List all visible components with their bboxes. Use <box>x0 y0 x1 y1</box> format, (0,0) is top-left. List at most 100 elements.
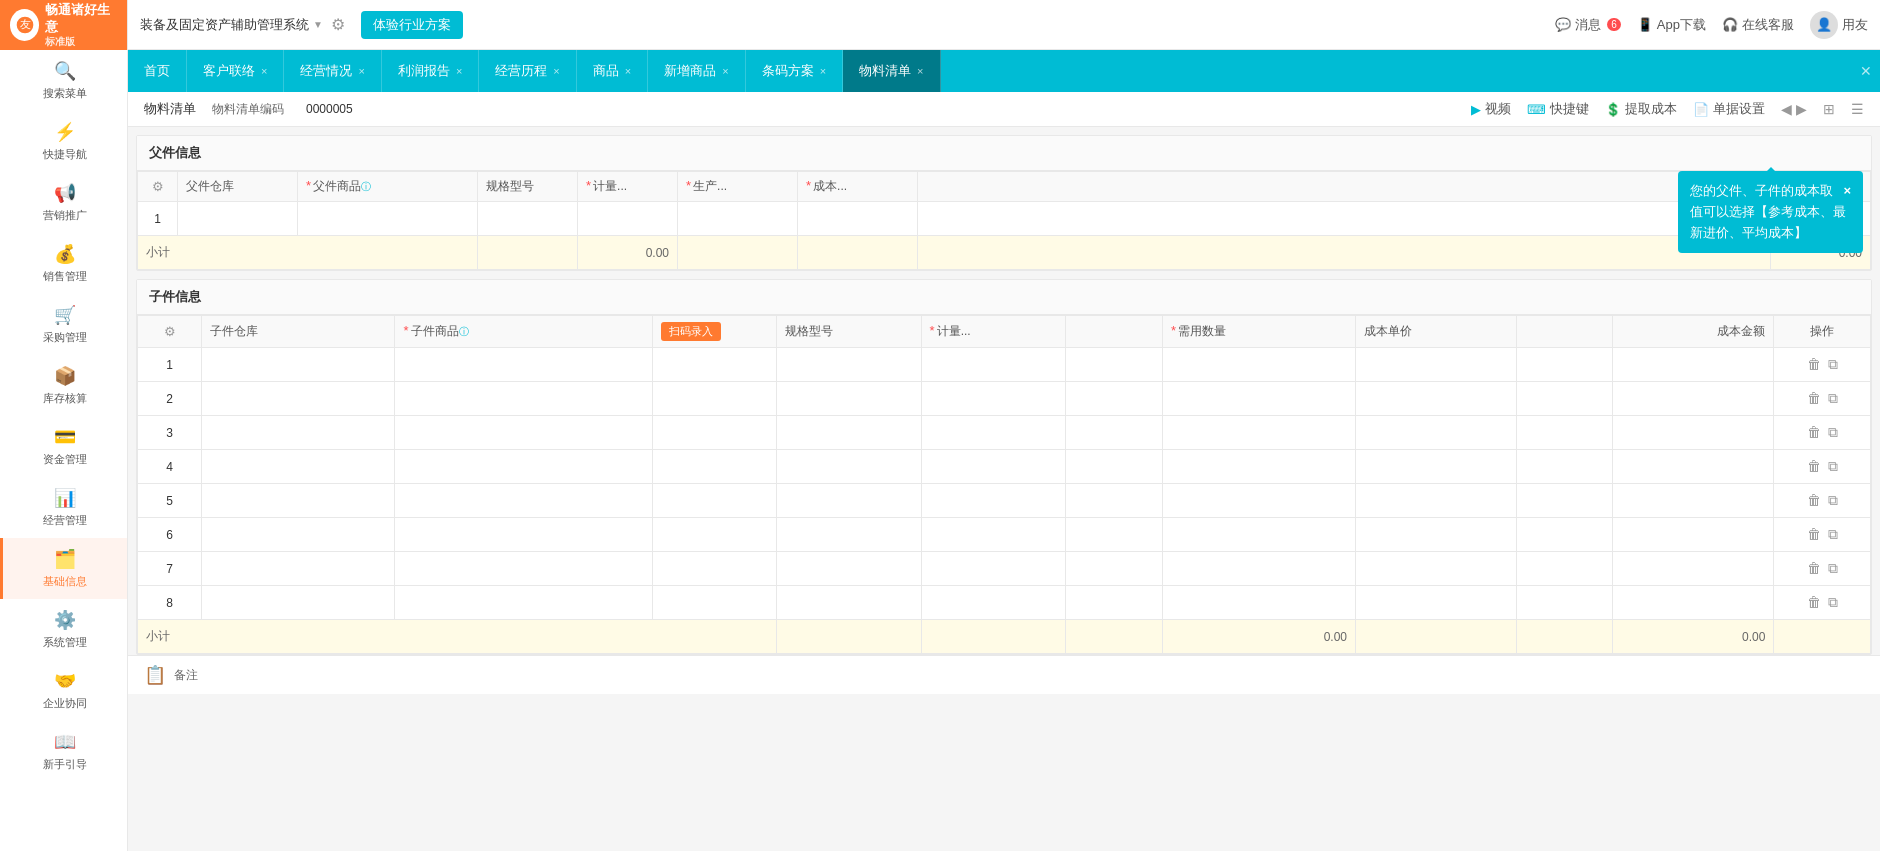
child-row-4-spec[interactable] <box>776 450 921 484</box>
copy-icon-7[interactable]: ⧉ <box>1828 560 1838 576</box>
child-row-6-goods[interactable] <box>395 518 652 552</box>
tab-goods[interactable]: 商品× <box>577 50 648 92</box>
child-row-2-goods[interactable] <box>395 382 652 416</box>
sidebar-item-purchase[interactable]: 🛒采购管理 <box>0 294 127 355</box>
child-row-5-qty[interactable] <box>1162 484 1355 518</box>
delete-icon-6[interactable]: 🗑 <box>1807 526 1821 542</box>
tab-bom[interactable]: 物料清单× <box>843 50 940 92</box>
parent-row-1-cost[interactable] <box>798 202 918 236</box>
tab-profit[interactable]: 利润报告× <box>382 50 479 92</box>
settings-icon[interactable]: ⚙ <box>331 15 345 34</box>
child-row-7-unit[interactable] <box>921 552 1066 586</box>
tab-close-bom[interactable]: × <box>917 65 923 77</box>
delete-icon-3[interactable]: 🗑 <box>1807 424 1821 440</box>
tab-customer[interactable]: 客户联络× <box>187 50 284 92</box>
sidebar-item-sales[interactable]: 💰销售管理 <box>0 233 127 294</box>
sidebar-item-search[interactable]: 🔍搜索菜单 <box>0 50 127 111</box>
child-row-1-spec[interactable] <box>776 348 921 382</box>
delete-icon-5[interactable]: 🗑 <box>1807 492 1821 508</box>
sidebar-item-cooperation[interactable]: 🤝企业协同 <box>0 660 127 721</box>
parent-col-gear[interactable]: ⚙ <box>138 172 178 202</box>
tab-home[interactable]: 首页 <box>128 50 187 92</box>
tab-close-profit[interactable]: × <box>456 65 462 77</box>
child-row-6-warehouse[interactable] <box>202 518 395 552</box>
parent-row-1-produce[interactable] <box>678 202 798 236</box>
child-row-8-goods[interactable] <box>395 586 652 620</box>
tab-close-new-goods[interactable]: × <box>722 65 728 77</box>
tab-history[interactable]: 经营历程× <box>479 50 576 92</box>
tab-close-history[interactable]: × <box>553 65 559 77</box>
copy-icon-2[interactable]: ⧉ <box>1828 390 1838 406</box>
trial-btn[interactable]: 体验行业方案 <box>361 11 463 39</box>
sidebar-item-operations[interactable]: 📊经营管理 <box>0 477 127 538</box>
child-row-4-unit[interactable] <box>921 450 1066 484</box>
copy-icon-4[interactable]: ⧉ <box>1828 458 1838 474</box>
close-all-btn[interactable]: ✕ <box>1852 63 1880 79</box>
extract-cost-btn[interactable]: 💲 提取成本 <box>1605 100 1677 118</box>
shortcut-btn[interactable]: ⌨ 快捷键 <box>1527 100 1589 118</box>
child-row-7-spec[interactable] <box>776 552 921 586</box>
prev-arrow[interactable]: ◀ <box>1781 101 1792 117</box>
child-row-1-unit-price[interactable] <box>1356 348 1517 382</box>
sidebar-item-inventory[interactable]: 📦库存核算 <box>0 355 127 416</box>
child-row-6-qty[interactable] <box>1162 518 1355 552</box>
system-title[interactable]: 装备及固定资产辅助管理系统 ▼ <box>140 16 323 34</box>
child-row-3-unit[interactable] <box>921 416 1066 450</box>
child-row-5-spec[interactable] <box>776 484 921 518</box>
child-row-8-warehouse[interactable] <box>202 586 395 620</box>
child-row-1-unit[interactable] <box>921 348 1066 382</box>
child-row-4-qty[interactable] <box>1162 450 1355 484</box>
sidebar-item-quick-nav[interactable]: ⚡快捷导航 <box>0 111 127 172</box>
child-row-2-qty[interactable] <box>1162 382 1355 416</box>
child-col-gear[interactable]: ⚙ <box>138 316 202 348</box>
child-row-2-unit[interactable] <box>921 382 1066 416</box>
tab-operations[interactable]: 经营情况× <box>284 50 381 92</box>
tab-new-goods[interactable]: 新增商品× <box>648 50 745 92</box>
parent-row-1-unit[interactable] <box>578 202 678 236</box>
delete-icon-2[interactable]: 🗑 <box>1807 390 1821 406</box>
parent-row-1-spec[interactable] <box>478 202 578 236</box>
child-row-3-goods[interactable] <box>395 416 652 450</box>
child-row-6-spec[interactable] <box>776 518 921 552</box>
delete-icon-7[interactable]: 🗑 <box>1807 560 1821 576</box>
child-row-1-goods[interactable] <box>395 348 652 382</box>
child-row-2-warehouse[interactable] <box>202 382 395 416</box>
next-arrow[interactable]: ▶ <box>1796 101 1807 117</box>
child-row-4-warehouse[interactable] <box>202 450 395 484</box>
app-download-btn[interactable]: 📱 App下载 <box>1637 16 1706 34</box>
child-row-5-goods[interactable] <box>395 484 652 518</box>
child-row-8-spec[interactable] <box>776 586 921 620</box>
child-row-8-qty[interactable] <box>1162 586 1355 620</box>
sidebar-item-system[interactable]: ⚙️系统管理 <box>0 599 127 660</box>
tab-close-customer[interactable]: × <box>261 65 267 77</box>
child-row-8-unit[interactable] <box>921 586 1066 620</box>
child-row-6-unit-price[interactable] <box>1356 518 1517 552</box>
child-row-5-unit-price[interactable] <box>1356 484 1517 518</box>
video-btn[interactable]: ▶ 视频 <box>1471 100 1511 118</box>
copy-icon-3[interactable]: ⧉ <box>1828 424 1838 440</box>
child-row-8-unit-price[interactable] <box>1356 586 1517 620</box>
copy-icon-1[interactable]: ⧉ <box>1828 356 1838 372</box>
delete-icon-1[interactable]: 🗑 <box>1807 356 1821 372</box>
single-settings-btn[interactable]: 📄 单据设置 <box>1693 100 1765 118</box>
child-row-3-spec[interactable] <box>776 416 921 450</box>
messages-btn[interactable]: 💬 消息 6 <box>1555 16 1621 34</box>
grid-view-icon[interactable]: ⊞ <box>1823 101 1835 117</box>
child-row-4-unit-price[interactable] <box>1356 450 1517 484</box>
child-col-scan[interactable]: 扫码录入 <box>652 316 776 348</box>
parent-row-1-warehouse[interactable] <box>178 202 298 236</box>
child-row-7-qty[interactable] <box>1162 552 1355 586</box>
parent-row-1-goods[interactable] <box>298 202 478 236</box>
sidebar-item-basic-info[interactable]: 🗂️基础信息 <box>0 538 127 599</box>
user-btn[interactable]: 👤 用友 <box>1810 11 1868 39</box>
tooltip-close-btn[interactable]: × <box>1843 181 1851 202</box>
child-row-5-warehouse[interactable] <box>202 484 395 518</box>
child-row-3-unit-price[interactable] <box>1356 416 1517 450</box>
sidebar-item-marketing[interactable]: 📢营销推广 <box>0 172 127 233</box>
delete-icon-8[interactable]: 🗑 <box>1807 594 1821 610</box>
sidebar-item-finance[interactable]: 💳资金管理 <box>0 416 127 477</box>
child-row-3-warehouse[interactable] <box>202 416 395 450</box>
child-row-2-spec[interactable] <box>776 382 921 416</box>
child-row-2-unit-price[interactable] <box>1356 382 1517 416</box>
copy-icon-8[interactable]: ⧉ <box>1828 594 1838 610</box>
